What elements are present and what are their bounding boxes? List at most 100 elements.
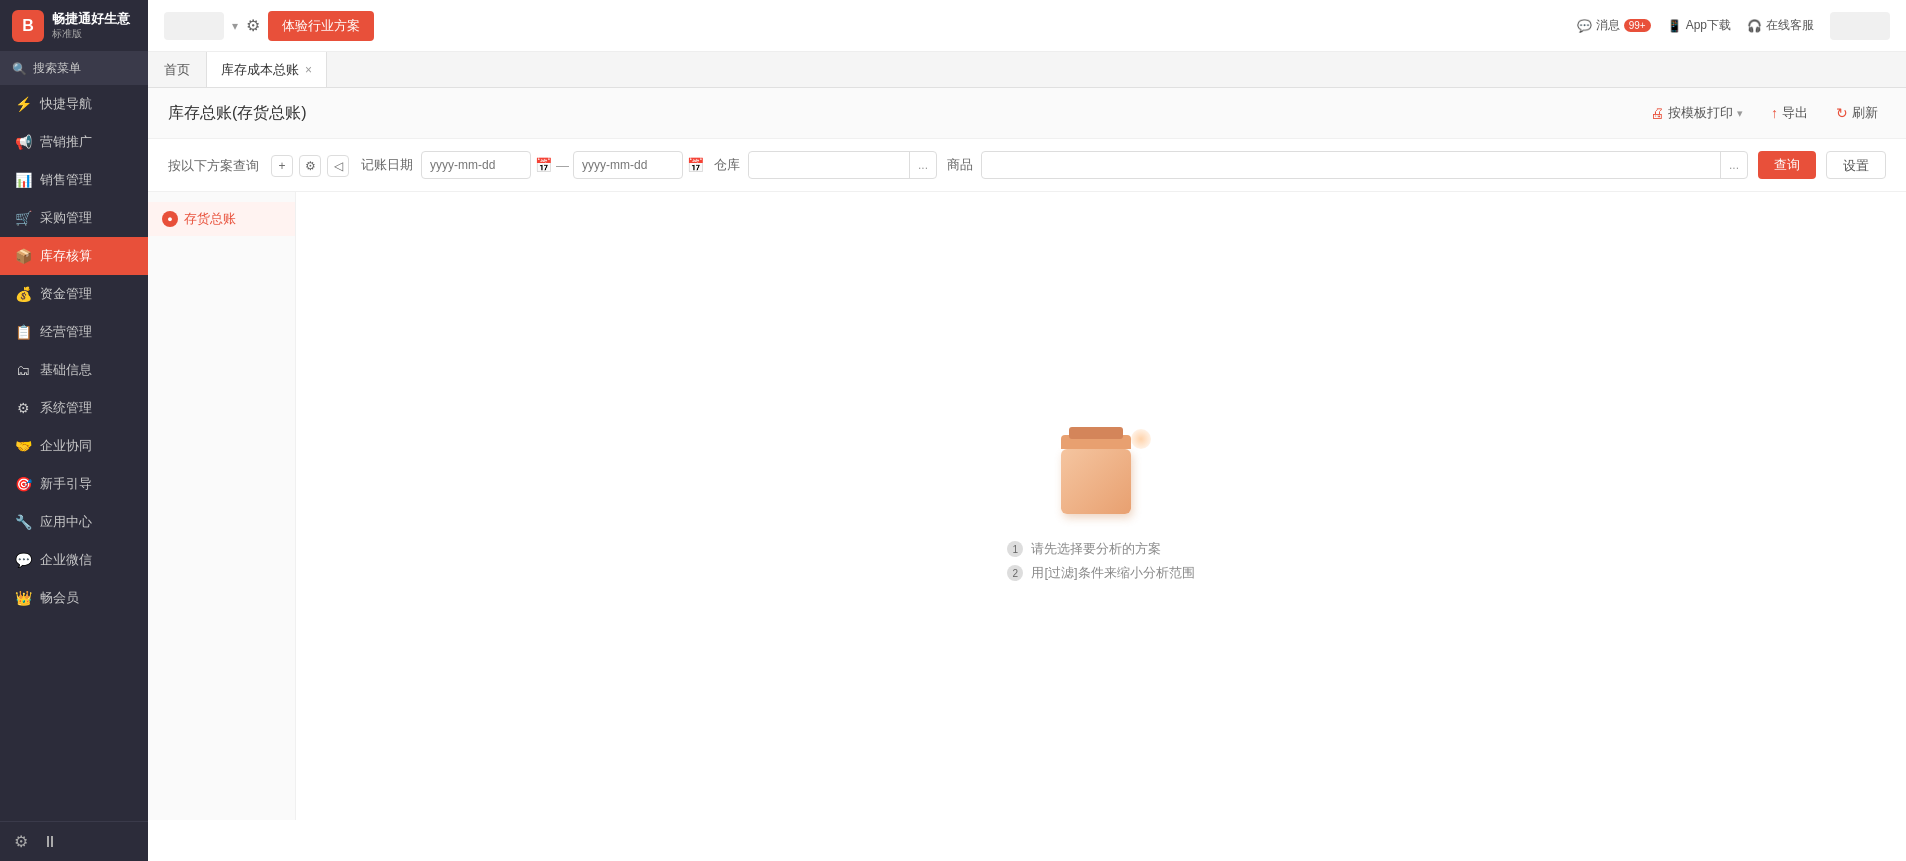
- page-header: 库存总账(存货总账) 🖨 按模板打印 ▾ ↑ 导出 ↻ 刷新: [148, 88, 1906, 139]
- tab-home[interactable]: 首页: [148, 52, 207, 87]
- trial-button[interactable]: 体验行业方案: [268, 11, 374, 41]
- product-more-button[interactable]: ...: [1720, 152, 1747, 178]
- app-download-button[interactable]: 📱 App下载: [1667, 17, 1731, 34]
- ledger-item-icon: ●: [162, 211, 178, 227]
- sidebar-item-label: 营销推广: [40, 133, 92, 151]
- finance-icon: 💰: [14, 286, 32, 302]
- sidebar-item-inventory[interactable]: 📦 库存核算: [0, 237, 148, 275]
- date-start-input[interactable]: [421, 151, 531, 179]
- sidebar: B 畅捷通好生意 标准版 🔍 搜索菜单 ⚡ 快捷导航 📢 营销推广 📊 销售管理…: [0, 0, 148, 861]
- chevron-down-icon[interactable]: ▾: [232, 19, 238, 33]
- sidebar-item-purchase[interactable]: 🛒 采购管理: [0, 199, 148, 237]
- tip-text-1: 请先选择要分析的方案: [1031, 540, 1161, 558]
- sidebar-item-label: 企业微信: [40, 551, 92, 569]
- refresh-button[interactable]: ↻ 刷新: [1828, 100, 1886, 126]
- footer-settings-icon[interactable]: ⚙: [14, 832, 28, 851]
- sidebar-item-label: 新手引导: [40, 475, 92, 493]
- topbar-settings-icon[interactable]: ⚙: [246, 16, 260, 35]
- sidebar-item-member[interactable]: 👑 畅会员: [0, 579, 148, 617]
- warehouse-label: 仓库: [714, 156, 740, 174]
- sidebar-item-operations[interactable]: 📋 经营管理: [0, 313, 148, 351]
- refresh-icon: ↻: [1836, 105, 1848, 121]
- export-icon: ↑: [1771, 105, 1778, 121]
- inventory-ledger-item[interactable]: ● 存货总账: [148, 202, 295, 236]
- sidebar-item-app-center[interactable]: 🔧 应用中心: [0, 503, 148, 541]
- message-badge: 99+: [1624, 19, 1651, 32]
- empty-shine-graphic: [1131, 429, 1151, 449]
- print-icon: 🖨: [1650, 105, 1664, 121]
- content-area: ● 存货总账 1 请先选择要分析的方案: [148, 192, 1906, 820]
- print-chevron-icon[interactable]: ▾: [1737, 107, 1743, 120]
- app-logo: B 畅捷通好生意 标准版: [0, 0, 148, 52]
- sidebar-item-wechat[interactable]: 💬 企业微信: [0, 541, 148, 579]
- settings-button[interactable]: 设置: [1826, 151, 1886, 179]
- sales-icon: 📊: [14, 172, 32, 188]
- logo-icon: B: [12, 10, 44, 42]
- member-icon: 👑: [14, 590, 32, 606]
- sidebar-item-label: 库存核算: [40, 247, 92, 265]
- sidebar-item-system[interactable]: ⚙ 系统管理: [0, 389, 148, 427]
- empty-tips: 1 请先选择要分析的方案 2 用[过滤]条件来缩小分析范围: [1007, 540, 1194, 588]
- system-icon: ⚙: [14, 400, 32, 416]
- topbar-right: 💬 消息 99+ 📱 App下载 🎧 在线客服: [1577, 12, 1890, 40]
- sidebar-item-label: 经营管理: [40, 323, 92, 341]
- sidebar-item-sales[interactable]: 📊 销售管理: [0, 161, 148, 199]
- sidebar-item-label: 畅会员: [40, 589, 79, 607]
- warehouse-input[interactable]: [749, 154, 909, 176]
- tip-num-1: 1: [1007, 541, 1023, 557]
- sidebar-item-quick-nav[interactable]: ⚡ 快捷导航: [0, 85, 148, 123]
- tab-inventory-ledger[interactable]: 库存成本总账 ×: [207, 52, 327, 87]
- page-title: 库存总账(存货总账): [168, 103, 307, 124]
- export-label: 导出: [1782, 104, 1808, 122]
- product-label: 商品: [947, 156, 973, 174]
- topbar-nav: ▾ ⚙ 体验行业方案: [164, 11, 1569, 41]
- tab-close-icon[interactable]: ×: [305, 64, 312, 76]
- user-avatar[interactable]: [1830, 12, 1890, 40]
- sidebar-item-marketing[interactable]: 📢 营销推广: [0, 123, 148, 161]
- date-end-calendar-icon[interactable]: 📅: [687, 157, 704, 173]
- tip-num-2: 2: [1007, 565, 1023, 581]
- product-input[interactable]: [982, 154, 1720, 176]
- date-separator: —: [556, 158, 569, 173]
- product-filter-row: 商品 ...: [947, 151, 1748, 179]
- print-template-button[interactable]: 🖨 按模板打印 ▾: [1642, 100, 1751, 126]
- topbar: ▾ ⚙ 体验行业方案 💬 消息 99+ 📱 App下载 🎧 在线客服: [148, 0, 1906, 52]
- sidebar-item-label: 采购管理: [40, 209, 92, 227]
- guide-icon: 🎯: [14, 476, 32, 492]
- sidebar-item-finance[interactable]: 💰 资金管理: [0, 275, 148, 313]
- filter-collapse-button[interactable]: ◁: [327, 155, 349, 177]
- query-button[interactable]: 查询: [1758, 151, 1816, 179]
- sidebar-item-basic-info[interactable]: 🗂 基础信息: [0, 351, 148, 389]
- filter-add-button[interactable]: +: [271, 155, 293, 177]
- app-center-icon: 🔧: [14, 514, 32, 530]
- settings-small-icon: ⚙: [305, 159, 316, 173]
- warehouse-filter-row: 仓库 ...: [714, 151, 937, 179]
- headset-icon: 🎧: [1747, 19, 1762, 33]
- date-input-wrap: 📅 — 📅: [421, 151, 704, 179]
- filter-label: 按以下方案查询: [168, 151, 259, 175]
- date-label: 记账日期: [361, 156, 413, 174]
- footer-audio-icon[interactable]: ⏸: [42, 833, 58, 851]
- export-button[interactable]: ↑ 导出: [1763, 100, 1816, 126]
- topbar-user-preview: [164, 12, 224, 40]
- search-menu[interactable]: 🔍 搜索菜单: [0, 52, 148, 85]
- filter-fields: 记账日期 📅 — 📅 仓库 ...: [361, 151, 1886, 179]
- date-end-input[interactable]: [573, 151, 683, 179]
- empty-illustration: [1041, 424, 1161, 524]
- search-menu-label: 搜索菜单: [33, 60, 81, 77]
- sidebar-item-enterprise[interactable]: 🤝 企业协同: [0, 427, 148, 465]
- purchase-icon: 🛒: [14, 210, 32, 226]
- filter-actions: + ⚙ ◁: [271, 151, 349, 177]
- empty-tip-1: 1 请先选择要分析的方案: [1007, 540, 1194, 558]
- sidebar-item-label: 应用中心: [40, 513, 92, 531]
- date-filter-row: 记账日期 📅 — 📅: [361, 151, 704, 179]
- wechat-icon: 💬: [14, 552, 32, 568]
- filter-settings-button[interactable]: ⚙: [299, 155, 321, 177]
- empty-tip-2: 2 用[过滤]条件来缩小分析范围: [1007, 564, 1194, 582]
- online-service-button[interactable]: 🎧 在线客服: [1747, 17, 1814, 34]
- date-start-calendar-icon[interactable]: 📅: [535, 157, 552, 173]
- message-button[interactable]: 💬 消息 99+: [1577, 17, 1651, 34]
- warehouse-more-button[interactable]: ...: [909, 152, 936, 178]
- inventory-icon: 📦: [14, 248, 32, 264]
- sidebar-item-guide[interactable]: 🎯 新手引导: [0, 465, 148, 503]
